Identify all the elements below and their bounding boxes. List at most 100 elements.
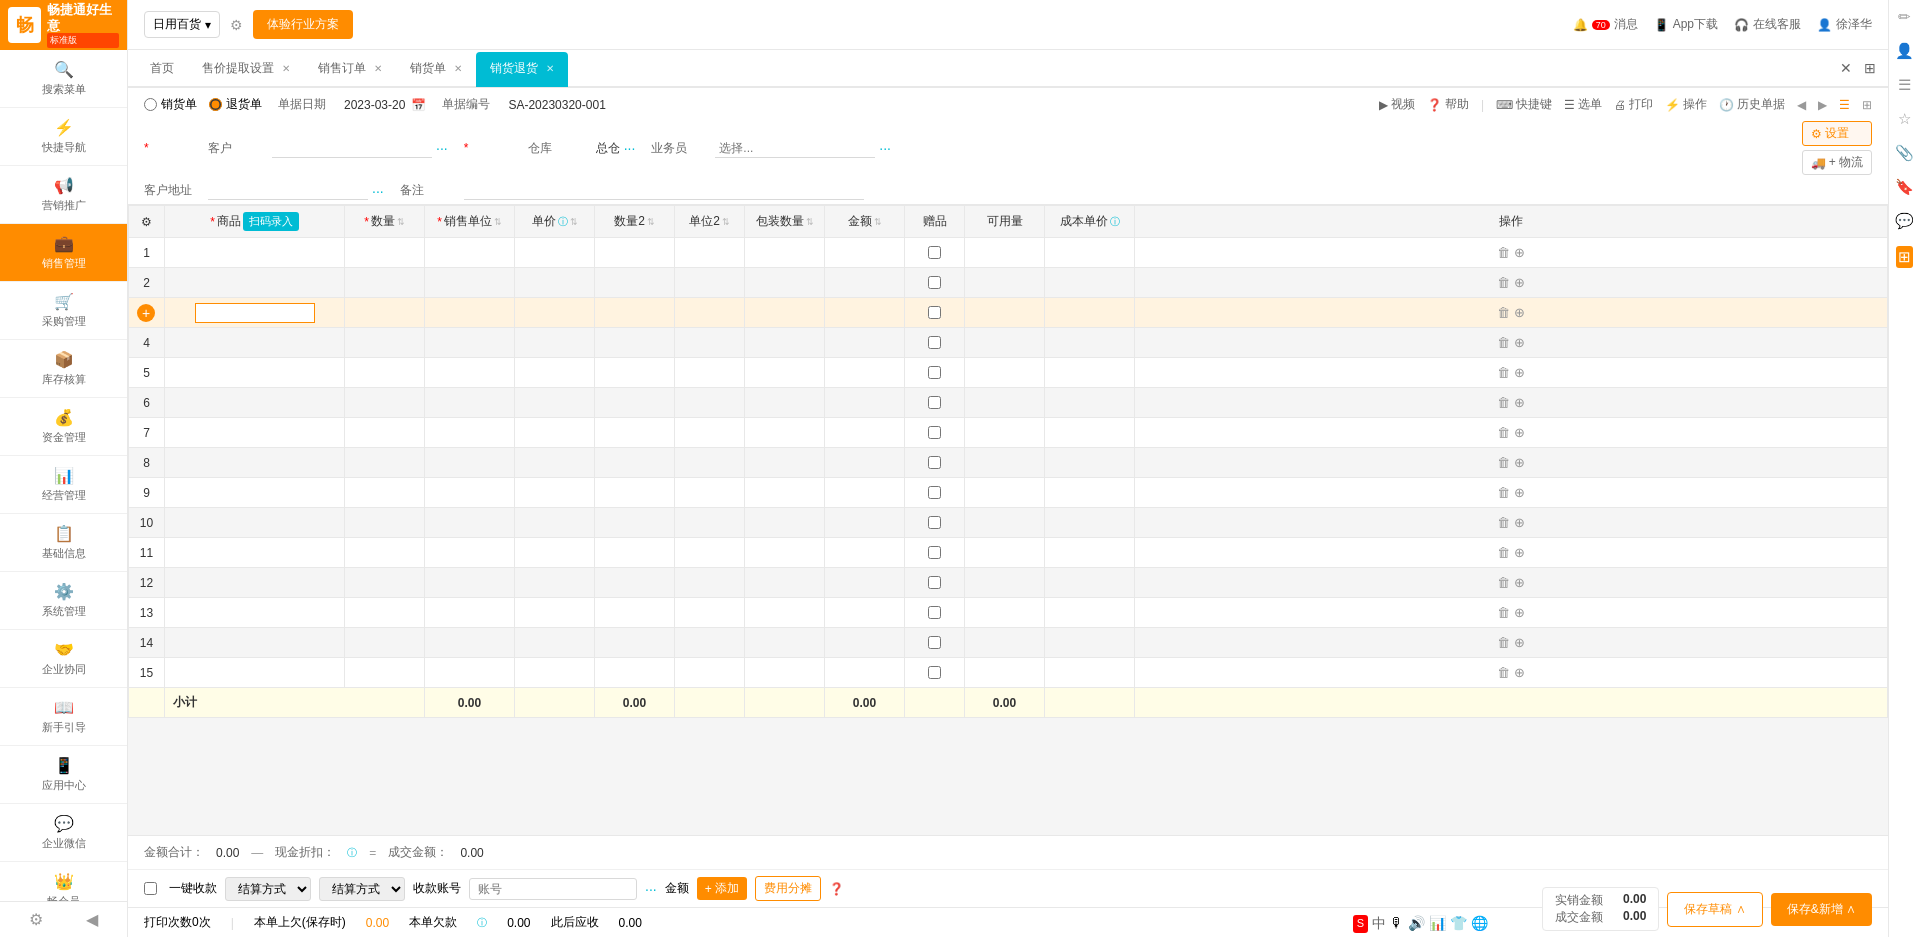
copy-row-icon[interactable]: ⊕	[1514, 425, 1525, 440]
sidebar-item-search[interactable]: 🔍 搜索菜单	[0, 50, 127, 108]
gift-checkbox[interactable]	[928, 576, 941, 589]
settings-bottom-icon[interactable]: ⚙	[29, 910, 43, 929]
list-view-icon[interactable]: ☰	[1839, 98, 1850, 112]
copy-row-icon[interactable]: ⊕	[1514, 545, 1525, 560]
nav-prev-icon[interactable]: ◀	[1797, 98, 1806, 112]
gift-checkbox[interactable]	[928, 606, 941, 619]
gift-checkbox[interactable]	[928, 666, 941, 679]
split-view-btn[interactable]: ⊞	[1860, 58, 1880, 78]
settings-btn[interactable]: ⚙ 设置	[1802, 121, 1872, 146]
qty2-sort-icon[interactable]: ⇅	[647, 217, 655, 227]
gift-checkbox[interactable]	[928, 546, 941, 559]
calendar-icon[interactable]: 📅	[411, 98, 426, 112]
delete-row-icon[interactable]: 🗑	[1497, 425, 1510, 440]
amount-sort-icon[interactable]: ⇅	[874, 217, 882, 227]
gift-checkbox[interactable]	[928, 306, 941, 319]
rp-edit-icon[interactable]: ✏	[1898, 8, 1911, 26]
tab-sales-order[interactable]: 销售订单 ✕	[304, 52, 396, 87]
product-input[interactable]	[195, 303, 315, 323]
user-item[interactable]: 👤 徐泽华	[1817, 16, 1872, 33]
expense-split-btn[interactable]: 费用分摊	[755, 876, 821, 901]
gift-checkbox[interactable]	[928, 336, 941, 349]
staff-input[interactable]	[715, 139, 875, 158]
calc-method-2-select[interactable]: 结算方式	[319, 877, 405, 901]
sidebar-item-member[interactable]: 👑 畅会员	[0, 862, 127, 901]
industry-select[interactable]: 日用百货 ▾	[144, 11, 220, 38]
sidebar-item-sales[interactable]: 💼 销售管理	[0, 224, 127, 282]
pack-sort-icon[interactable]: ⇅	[806, 217, 814, 227]
rp-list-icon[interactable]: ☰	[1898, 76, 1911, 94]
account-input[interactable]	[469, 878, 637, 900]
sidebar-item-system[interactable]: ⚙️ 系统管理	[0, 572, 127, 630]
toolbar-help[interactable]: ❓ 帮助	[1427, 96, 1469, 113]
one-click-payment-checkbox[interactable]	[144, 882, 157, 895]
delete-row-icon[interactable]: 🗑	[1497, 635, 1510, 650]
experience-btn[interactable]: 体验行业方案	[253, 10, 353, 39]
staff-ellipsis[interactable]: ···	[879, 140, 891, 156]
sidebar-item-wechat[interactable]: 💬 企业微信	[0, 804, 127, 862]
unit2-sort-icon[interactable]: ⇅	[722, 217, 730, 227]
copy-row-icon[interactable]: ⊕	[1514, 635, 1525, 650]
radio-delivery[interactable]: 销货单	[144, 96, 197, 113]
notes-input[interactable]	[464, 181, 864, 200]
gift-checkbox[interactable]	[928, 246, 941, 259]
copy-row-icon[interactable]: ⊕	[1514, 275, 1525, 290]
sidebar-item-enterprise[interactable]: 🤝 企业协同	[0, 630, 127, 688]
customer-ellipsis[interactable]: ···	[436, 140, 448, 156]
toolbar-print[interactable]: 🖨 打印	[1614, 96, 1653, 113]
sidebar-item-marketing[interactable]: 📢 营销推广	[0, 166, 127, 224]
gift-checkbox[interactable]	[928, 456, 941, 469]
address-input[interactable]	[208, 181, 368, 200]
tab-home[interactable]: 首页	[136, 52, 188, 87]
copy-row-icon[interactable]: ⊕	[1514, 365, 1525, 380]
copy-row-icon[interactable]: ⊕	[1514, 305, 1525, 320]
delete-row-icon[interactable]: 🗑	[1497, 365, 1510, 380]
delete-row-icon[interactable]: 🗑	[1497, 665, 1510, 680]
add-row-btn[interactable]: +	[137, 304, 155, 322]
copy-row-icon[interactable]: ⊕	[1514, 245, 1525, 260]
grid-view-icon[interactable]: ⊞	[1862, 98, 1872, 112]
copy-row-icon[interactable]: ⊕	[1514, 605, 1525, 620]
delete-row-icon[interactable]: 🗑	[1497, 485, 1510, 500]
rp-bookmark-icon[interactable]: 🔖	[1895, 178, 1914, 196]
delete-row-icon[interactable]: 🗑	[1497, 515, 1510, 530]
gift-checkbox[interactable]	[928, 486, 941, 499]
delete-row-icon[interactable]: 🗑	[1497, 305, 1510, 320]
delete-row-icon[interactable]: 🗑	[1497, 395, 1510, 410]
toolbar-history[interactable]: 🕐 历史单据	[1719, 96, 1785, 113]
topbar-gear-icon[interactable]: ⚙	[230, 17, 243, 33]
customer-input[interactable]	[272, 139, 432, 158]
notification-item[interactable]: 🔔 70 消息	[1573, 16, 1638, 33]
gift-checkbox[interactable]	[928, 516, 941, 529]
address-ellipsis[interactable]: ···	[372, 183, 384, 199]
sidebar-item-finance[interactable]: 💰 资金管理	[0, 398, 127, 456]
delete-row-icon[interactable]: 🗑	[1497, 335, 1510, 350]
copy-row-icon[interactable]: ⊕	[1514, 515, 1525, 530]
copy-row-icon[interactable]: ⊕	[1514, 485, 1525, 500]
save-draft-btn[interactable]: 保存草稿 ∧	[1667, 892, 1762, 927]
close-all-tabs-btn[interactable]: ✕	[1836, 58, 1856, 78]
tab-sales-delivery[interactable]: 销货单 ✕	[396, 52, 476, 87]
rp-star-icon[interactable]: ☆	[1898, 110, 1911, 128]
sidebar-item-apps[interactable]: 📱 应用中心	[0, 746, 127, 804]
rp-clip-icon[interactable]: 📎	[1895, 144, 1914, 162]
toolbar-select[interactable]: ☰ 选单	[1564, 96, 1602, 113]
tab-close-sales-return[interactable]: ✕	[546, 63, 554, 74]
account-ellipsis[interactable]: ···	[645, 881, 657, 897]
tab-close-sales-order[interactable]: ✕	[374, 63, 382, 74]
toolbar-video[interactable]: ▶ 视频	[1379, 96, 1415, 113]
tab-close-sales-delivery[interactable]: ✕	[454, 63, 462, 74]
online-service-item[interactable]: 🎧 在线客服	[1734, 16, 1801, 33]
qty-sort-icon[interactable]: ⇅	[397, 217, 405, 227]
delete-row-icon[interactable]: 🗑	[1497, 455, 1510, 470]
delete-row-icon[interactable]: 🗑	[1497, 245, 1510, 260]
add-payment-btn[interactable]: + 添加	[697, 877, 747, 900]
gift-checkbox[interactable]	[928, 276, 941, 289]
nav-next-icon[interactable]: ▶	[1818, 98, 1827, 112]
copy-row-icon[interactable]: ⊕	[1514, 395, 1525, 410]
calc-method-select[interactable]: 结算方式	[225, 877, 311, 901]
toolbar-shortcut[interactable]: ⌨ 快捷键	[1496, 96, 1552, 113]
copy-row-icon[interactable]: ⊕	[1514, 665, 1525, 680]
sidebar-item-inventory[interactable]: 📦 库存核算	[0, 340, 127, 398]
scan-btn[interactable]: 扫码录入	[243, 212, 299, 231]
